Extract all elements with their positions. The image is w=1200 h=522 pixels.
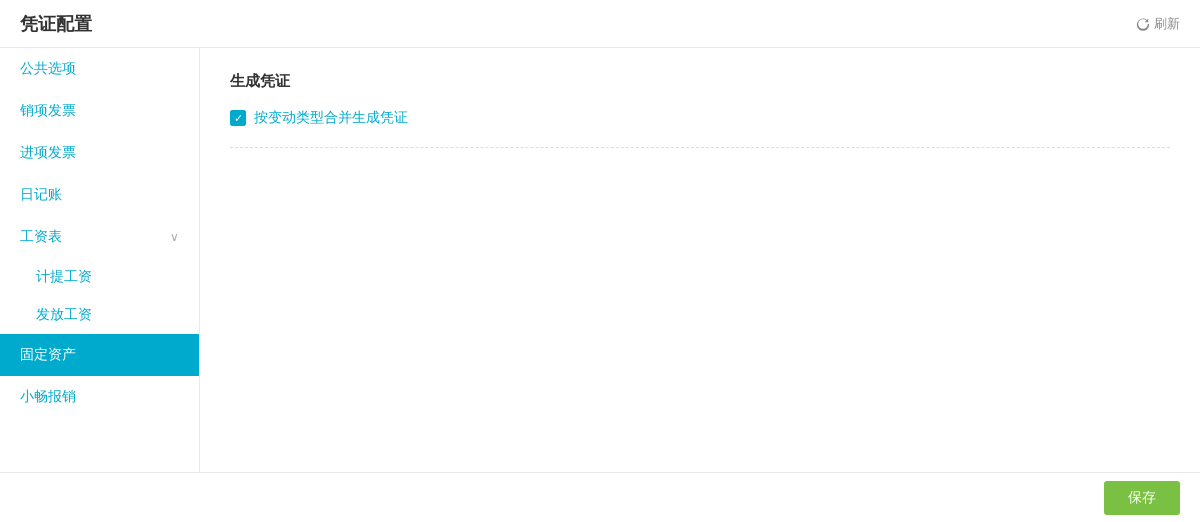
sidebar-item-label: 进项发票 xyxy=(20,144,76,162)
sidebar-item-label: 计提工资 xyxy=(36,268,92,286)
sidebar-item-label: 工资表 xyxy=(20,228,62,246)
save-button[interactable]: 保存 xyxy=(1104,481,1180,515)
refresh-icon xyxy=(1136,17,1150,31)
sidebar-item-fixed-assets[interactable]: 固定资产 xyxy=(0,334,199,376)
sidebar-item-purchase-invoice[interactable]: 进项发票 xyxy=(0,132,199,174)
content-area: 生成凭证 ✓ 按变动类型合并生成凭证 xyxy=(200,48,1200,472)
sidebar-item-journal[interactable]: 日记账 xyxy=(0,174,199,216)
checkbox-wrapper[interactable]: ✓ 按变动类型合并生成凭证 xyxy=(230,109,408,127)
sidebar-item-label: 销项发票 xyxy=(20,102,76,120)
section-content: ✓ 按变动类型合并生成凭证 xyxy=(230,109,1170,127)
sidebar-item-public-options[interactable]: 公共选项 xyxy=(0,48,199,90)
sidebar-item-label: 小畅报销 xyxy=(20,388,76,406)
sidebar-item-label: 固定资产 xyxy=(20,346,76,364)
section-divider xyxy=(230,147,1170,148)
sidebar: 公共选项 销项发票 进项发票 日记账 工资表 ∨ 计提工资 发放工资 xyxy=(0,48,200,472)
page-wrapper: 凭证配置 刷新 公共选项 销项发票 进项发票 日记账 工资表 xyxy=(0,0,1200,522)
checkbox-merge-by-type[interactable]: ✓ xyxy=(230,110,246,126)
refresh-button[interactable]: 刷新 xyxy=(1136,15,1180,33)
sidebar-item-payroll-table[interactable]: 工资表 ∨ xyxy=(0,216,199,258)
sidebar-item-label: 公共选项 xyxy=(20,60,76,78)
sidebar-item-sales-invoice[interactable]: 销项发票 xyxy=(0,90,199,132)
sidebar-item-commission-payroll[interactable]: 计提工资 xyxy=(0,258,199,296)
sidebar-item-label: 日记账 xyxy=(20,186,62,204)
sidebar-item-petty-expense[interactable]: 小畅报销 xyxy=(0,376,199,418)
chevron-down-icon: ∨ xyxy=(170,230,179,244)
sidebar-item-distribute-payroll[interactable]: 发放工资 xyxy=(0,296,199,334)
section-title: 生成凭证 xyxy=(230,72,1170,91)
page-header: 凭证配置 刷新 xyxy=(0,0,1200,48)
main-area: 公共选项 销项发票 进项发票 日记账 工资表 ∨ 计提工资 发放工资 xyxy=(0,48,1200,472)
refresh-label: 刷新 xyxy=(1154,15,1180,33)
page-title: 凭证配置 xyxy=(20,12,92,36)
checkmark-icon: ✓ xyxy=(234,113,243,124)
page-footer: 保存 xyxy=(0,472,1200,522)
checkbox-label: 按变动类型合并生成凭证 xyxy=(254,109,408,127)
sidebar-item-label: 发放工资 xyxy=(36,306,92,324)
